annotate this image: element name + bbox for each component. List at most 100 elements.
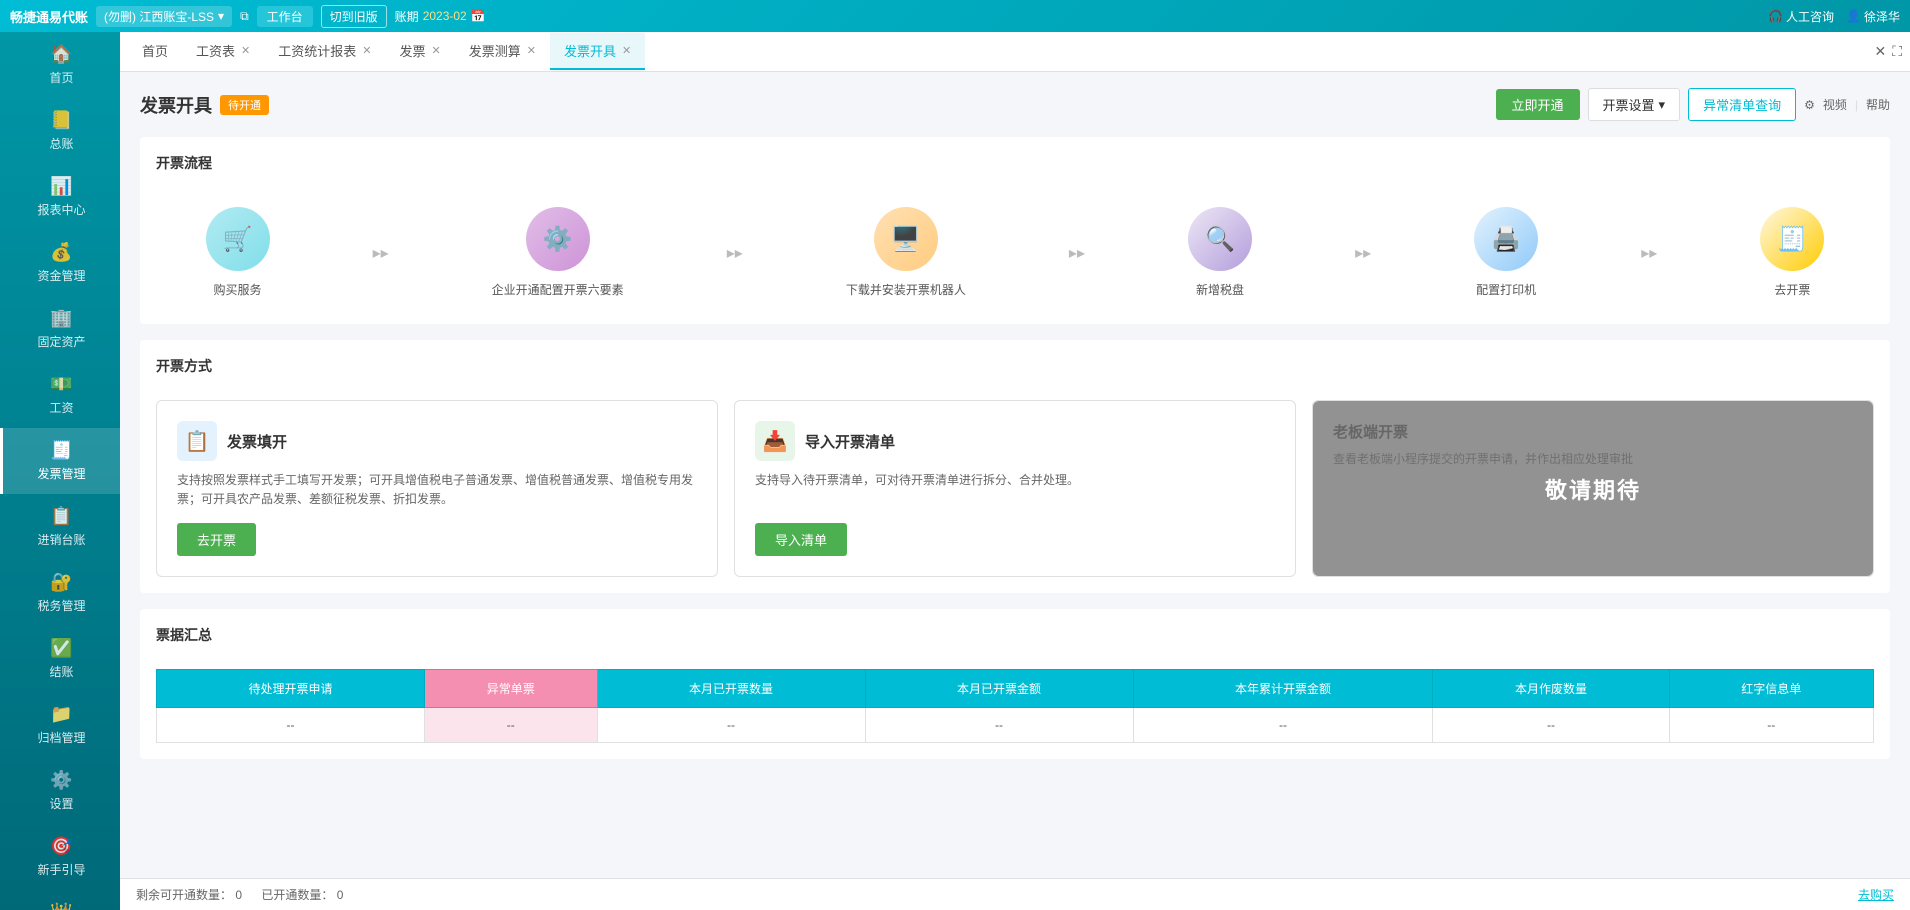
abnormal-query-button[interactable]: 异常清单查询 [1688, 88, 1796, 121]
sidebar-item-payroll[interactable]: 💵 工资 [0, 362, 120, 428]
flow-step-buy: 🛒 购买服务 [206, 207, 270, 298]
remaining-value: 0 [235, 888, 242, 902]
coming-soon-text: 敬请期待 [1545, 473, 1641, 505]
tab-payroll-stats[interactable]: 工资统计报表 ✕ [264, 33, 385, 70]
sidebar-label-tax: 税务管理 [37, 597, 85, 614]
divider: | [1855, 98, 1858, 112]
buy-step-circle: 🛒 [206, 207, 270, 271]
manual-card-header: 📋 发票填开 [177, 421, 697, 461]
tab-home[interactable]: 首页 [128, 33, 182, 70]
sidebar-item-purchase-sales[interactable]: 📋 进销台账 [0, 494, 120, 560]
tab-invoice[interactable]: 发票 ✕ [385, 33, 454, 70]
method-section: 开票方式 📋 发票填开 支持按照发票样式手工填写开发票；可开具增值税电子普通发票… [140, 340, 1890, 593]
flow-arrow-1: ▸▸ [373, 243, 389, 263]
tab-invoice-calc[interactable]: 发票测算 ✕ [455, 33, 550, 70]
help-label[interactable]: 帮助 [1866, 96, 1890, 113]
tab-close-invoice-calc[interactable]: ✕ [527, 44, 536, 57]
company-name: (勿删) 江西账宝-LSS [104, 8, 214, 25]
tab-close-invoice[interactable]: ✕ [432, 44, 441, 57]
td-year-amount: -- [1133, 708, 1433, 743]
sidebar-item-archive[interactable]: 📁 归档管理 [0, 692, 120, 758]
sidebar-item-settings[interactable]: ⚙️ 设置 [0, 758, 120, 824]
open-now-button[interactable]: 立即开通 [1496, 89, 1580, 120]
open-settings-button[interactable]: 开票设置 ▾ [1588, 88, 1681, 121]
user-icon: 👤 [1846, 9, 1861, 23]
sidebar-item-membership[interactable]: 👑 畅会员 [0, 890, 120, 910]
membership-icon: 👑 [50, 902, 72, 910]
sidebar-item-reports[interactable]: 📊 报表中心 [0, 164, 120, 230]
manual-method-button[interactable]: 去开票 [177, 523, 256, 556]
sidebar-item-home[interactable]: 🏠 首页 [0, 32, 120, 98]
settings-circle-icon: ⚙ [1804, 98, 1815, 112]
remaining-label: 剩余可开通数量： [136, 888, 232, 902]
headset-icon: 🎧 [1768, 9, 1783, 23]
coming-soon-overlay: 敬请期待 [1313, 401, 1873, 576]
summary-table: 待处理开票申请 异常单票 本月已开票数量 本月已开票金额 本年累计开票金额 本月… [156, 669, 1874, 743]
invoice-methods: 📋 发票填开 支持按照发票样式手工填写开发票；可开具增值税电子普通发票、增值税普… [156, 400, 1874, 577]
buy-link[interactable]: 去购买 [1858, 886, 1894, 903]
status-badge: 待开通 [220, 95, 269, 115]
company-selector[interactable]: (勿删) 江西账宝-LSS ▾ [96, 6, 232, 27]
sidebar-item-invoice[interactable]: 🧾 发票管理 [0, 428, 120, 494]
td-month-amount: -- [865, 708, 1133, 743]
sidebar-item-tax[interactable]: 🔐 税务管理 [0, 560, 120, 626]
sidebar-item-funds[interactable]: 💰 资金管理 [0, 230, 120, 296]
payroll-icon: 💵 [50, 374, 72, 395]
flow-step-printer: 🖨️ 配置打印机 [1474, 207, 1538, 298]
reports-icon: 📊 [50, 176, 72, 197]
tab-invoice-issue[interactable]: 发票开具 ✕ [550, 33, 645, 70]
opened-label: 已开通数量： [261, 888, 333, 902]
status-bar: 剩余可开通数量： 0 已开通数量： 0 去购买 [120, 878, 1910, 910]
maximize-button[interactable]: ⛶ [1892, 43, 1902, 60]
tab-close-payroll-stats[interactable]: ✕ [362, 44, 371, 57]
flow-arrow-3: ▸▸ [1069, 243, 1085, 263]
th-red-info: 红字信息单 [1669, 670, 1873, 708]
sidebar-label-home: 首页 [49, 69, 73, 86]
th-pending: 待处理开票申请 [157, 670, 425, 708]
period-label: 账期 [395, 8, 419, 25]
old-version-button[interactable]: 切到旧版 [321, 5, 387, 28]
td-red-info: -- [1669, 708, 1873, 743]
tab-close-payroll[interactable]: ✕ [241, 44, 250, 57]
sidebar-item-assets[interactable]: 🏢 固定资产 [0, 296, 120, 362]
workbench-button[interactable]: 工作台 [257, 6, 313, 27]
header-actions: 立即开通 开票设置 ▾ 异常清单查询 ⚙ 视频 | 帮助 [1496, 88, 1891, 121]
sidebar-item-guide[interactable]: 🎯 新手引导 [0, 824, 120, 890]
config-step-circle: ⚙️ [526, 207, 590, 271]
sidebar-label-archive: 归档管理 [37, 729, 85, 746]
copy-icon[interactable]: ⧉ [240, 9, 249, 24]
th-abnormal: 异常单票 [425, 670, 598, 708]
funds-icon: 💰 [50, 242, 72, 263]
summary-section: 票据汇总 待处理开票申请 异常单票 本月已开票数量 本月已开票金额 本年累计开票… [140, 609, 1890, 759]
manual-method-icon: 📋 [177, 421, 217, 461]
th-month-amount: 本月已开票金额 [865, 670, 1133, 708]
settings-icon: ⚙️ [50, 770, 72, 791]
sidebar-label-invoice: 发票管理 [37, 465, 85, 482]
th-year-amount: 本年累计开票金额 [1133, 670, 1433, 708]
td-pending: -- [157, 708, 425, 743]
summary-table-head: 待处理开票申请 异常单票 本月已开票数量 本月已开票金额 本年累计开票金额 本月… [157, 670, 1874, 708]
period-value[interactable]: 2023-02 [423, 9, 467, 23]
import-method-button[interactable]: 导入清单 [755, 523, 847, 556]
sidebar-item-close-accounts[interactable]: ✅ 结账 [0, 626, 120, 692]
import-method-desc: 支持导入待开票清单，可对待开票清单进行拆分、合并处理。 [755, 471, 1275, 509]
support-link[interactable]: 🎧 人工咨询 [1768, 8, 1834, 25]
sidebar-label-payroll: 工资 [49, 399, 73, 416]
tab-close-invoice-issue[interactable]: ✕ [622, 44, 631, 57]
issue-step-circle: 🧾 [1760, 207, 1824, 271]
close-all-button[interactable]: ✕ [1874, 43, 1886, 60]
top-bar-left: 畅捷通易代账 (勿删) 江西账宝-LSS ▾ ⧉ 工作台 切到旧版 账期 202… [10, 5, 486, 28]
tab-payroll[interactable]: 工资表 ✕ [182, 33, 264, 70]
flow-steps: 🛒 购买服务 ▸▸ ⚙️ 企业开通配置开票六要素 ▸▸ 🖥️ 下载并安装开票机器… [156, 197, 1874, 308]
video-label[interactable]: 视频 [1823, 96, 1847, 113]
method-card-import: 📥 导入开票清单 支持导入待开票清单，可对待开票清单进行拆分、合并处理。 导入清… [734, 400, 1296, 577]
summary-table-header-row: 待处理开票申请 异常单票 本月已开票数量 本月已开票金额 本年累计开票金额 本月… [157, 670, 1874, 708]
sidebar-item-ledger[interactable]: 📒 总账 [0, 98, 120, 164]
invoice-icon: 🧾 [50, 440, 72, 461]
user-info[interactable]: 👤 徐泽华 [1846, 8, 1900, 25]
manual-method-desc: 支持按照发票样式手工填写开发票；可开具增值税电子普通发票、增值税普通发票、增值税… [177, 471, 697, 509]
purchase-sales-icon: 📋 [50, 506, 72, 527]
download-step-circle: 🖥️ [874, 207, 938, 271]
calendar-icon[interactable]: 📅 [471, 9, 486, 23]
issue-step-label: 去开票 [1774, 281, 1810, 298]
